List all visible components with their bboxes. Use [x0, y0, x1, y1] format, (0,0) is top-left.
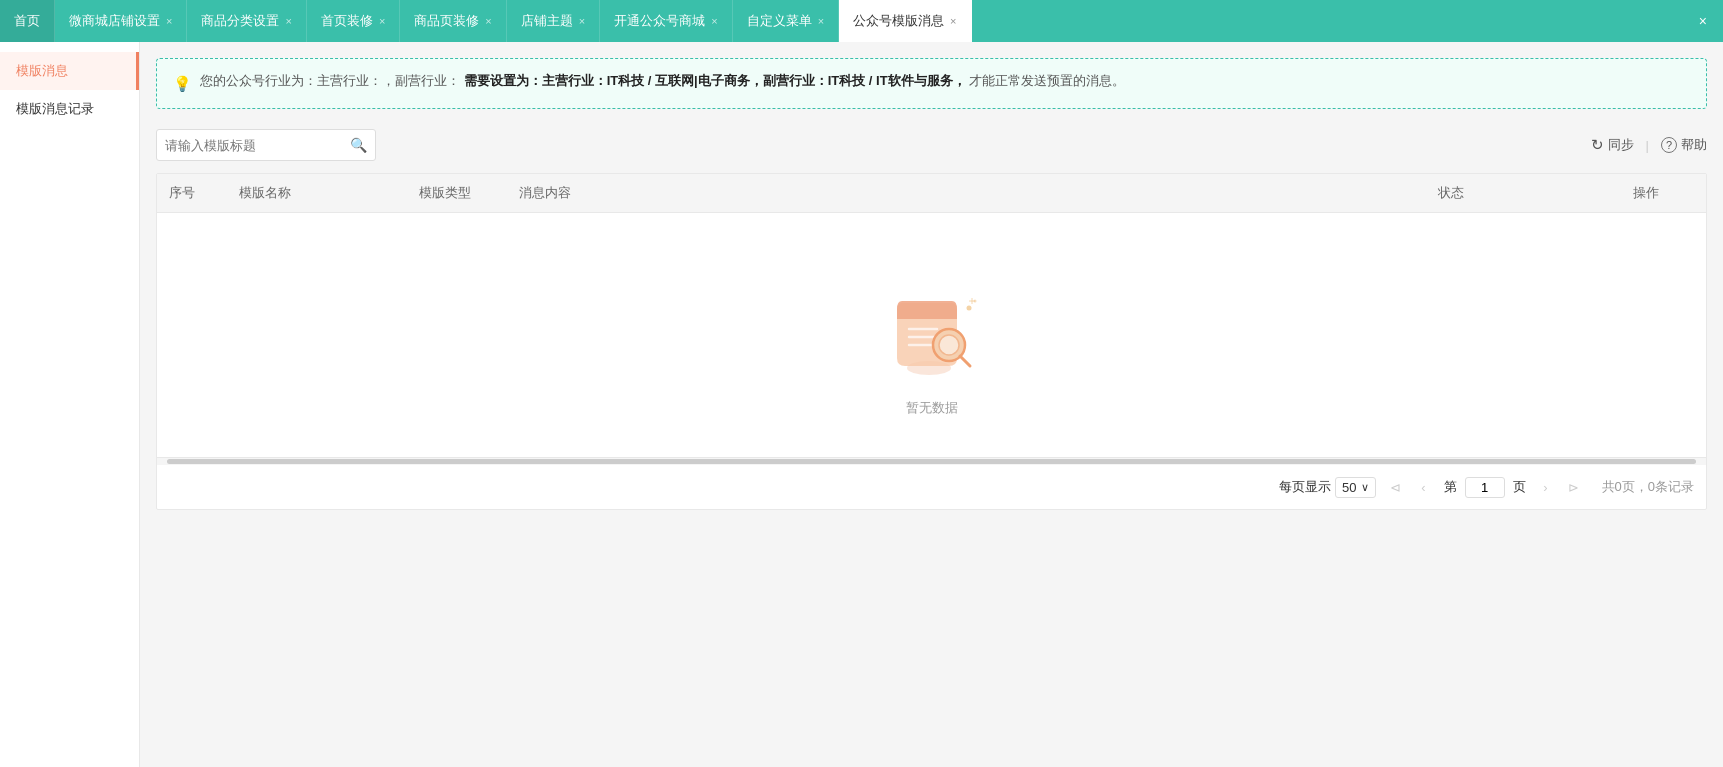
nav-product-decor[interactable]: 商品页装修 ×: [400, 0, 506, 42]
empty-illustration: [877, 273, 987, 383]
th-name: 模版名称: [227, 174, 407, 212]
page-navigation: ⊲ ‹ 第 1 页 › ⊳: [1384, 475, 1586, 499]
close-shop-theme[interactable]: ×: [579, 15, 585, 27]
page-size-dropdown[interactable]: 50 ∨: [1335, 477, 1375, 498]
th-status: 状态: [1426, 174, 1586, 212]
nav-product-category[interactable]: 商品分类设置 ×: [187, 0, 306, 42]
nav-home-decor[interactable]: 首页装修 ×: [307, 0, 400, 42]
th-seq: 序号: [157, 174, 227, 212]
nav-home[interactable]: 首页: [0, 0, 55, 42]
close-template-msg[interactable]: ×: [950, 15, 956, 27]
divider: |: [1646, 138, 1649, 153]
svg-point-5: [939, 335, 959, 355]
sync-icon: ↻: [1591, 136, 1604, 154]
pagination: 每页显示 50 ∨ ⊲ ‹ 第 1 页 › ⊳ 共0页，0条记录: [157, 465, 1706, 509]
sync-button[interactable]: ↻ 同步: [1591, 136, 1634, 154]
horizontal-scrollbar[interactable]: [157, 457, 1706, 465]
th-action: 操作: [1586, 174, 1706, 212]
close-home-decor[interactable]: ×: [379, 15, 385, 27]
notice-banner: 💡 您的公众号行业为：主营行业：，副营行业： 需要设置为：主营行业：IT科技 /…: [156, 58, 1707, 109]
close-custom-menu[interactable]: ×: [818, 15, 824, 27]
bulb-icon: 💡: [173, 72, 192, 96]
main-layout: 模版消息 模版消息记录 💡 您的公众号行业为：主营行业：，副营行业： 需要设置为…: [0, 42, 1723, 767]
nav-custom-menu[interactable]: 自定义菜单 ×: [733, 0, 839, 42]
search-actions: ↻ 同步 | ? 帮助: [1591, 136, 1707, 154]
svg-line-6: [960, 356, 970, 366]
page-last-button[interactable]: ⊳: [1562, 475, 1586, 499]
empty-text: 暂无数据: [906, 399, 958, 417]
page-first-button[interactable]: ⊲: [1384, 475, 1408, 499]
scroll-thumb[interactable]: [167, 459, 1696, 464]
content-area: 💡 您的公众号行业为：主营行业：，副营行业： 需要设置为：主营行业：IT科技 /…: [140, 42, 1723, 767]
nav-shop-theme[interactable]: 店铺主题 ×: [507, 0, 600, 42]
total-info: 共0页，0条记录: [1602, 478, 1694, 496]
help-button[interactable]: ? 帮助: [1661, 136, 1707, 154]
page-prev-button[interactable]: ‹: [1412, 475, 1436, 499]
close-product-category[interactable]: ×: [285, 15, 291, 27]
nav-template-msg[interactable]: 公众号模版消息 ×: [839, 0, 971, 42]
global-close-button[interactable]: ×: [1683, 0, 1723, 42]
th-type: 模版类型: [407, 174, 507, 212]
help-circle-icon: ?: [1661, 137, 1677, 153]
sidebar-item-template-msg[interactable]: 模版消息: [0, 52, 139, 90]
table-header: 序号 模版名称 模版类型 消息内容 状态 操作: [157, 174, 1706, 213]
page-number-input[interactable]: 1: [1465, 477, 1505, 498]
chevron-down-icon: ∨: [1361, 481, 1369, 494]
search-icon[interactable]: 🔍: [350, 137, 367, 153]
close-wechat-shop-setting[interactable]: ×: [166, 15, 172, 27]
page-next-button[interactable]: ›: [1534, 475, 1558, 499]
search-input-wrap: 🔍: [156, 129, 376, 161]
nav-wechat-shop-setting[interactable]: 微商城店铺设置 ×: [55, 0, 187, 42]
close-open-shop[interactable]: ×: [711, 15, 717, 27]
svg-point-7: [966, 306, 971, 311]
data-table: 序号 模版名称 模版类型 消息内容 状态 操作: [156, 173, 1707, 510]
top-nav: 首页 微商城店铺设置 × 商品分类设置 × 首页装修 × 商品页装修 × 店铺主…: [0, 0, 1723, 42]
search-bar: 🔍 ↻ 同步 | ? 帮助: [156, 129, 1707, 161]
page-size-select: 每页显示 50 ∨: [1279, 477, 1375, 498]
empty-state: 暂无数据: [157, 213, 1706, 457]
th-content: 消息内容: [507, 174, 1426, 212]
sidebar: 模版消息 模版消息记录: [0, 42, 140, 767]
search-input[interactable]: [165, 138, 350, 153]
close-product-decor[interactable]: ×: [485, 15, 491, 27]
nav-open-shop[interactable]: 开通公众号商城 ×: [600, 0, 732, 42]
sidebar-item-template-msg-record[interactable]: 模版消息记录: [0, 90, 139, 128]
